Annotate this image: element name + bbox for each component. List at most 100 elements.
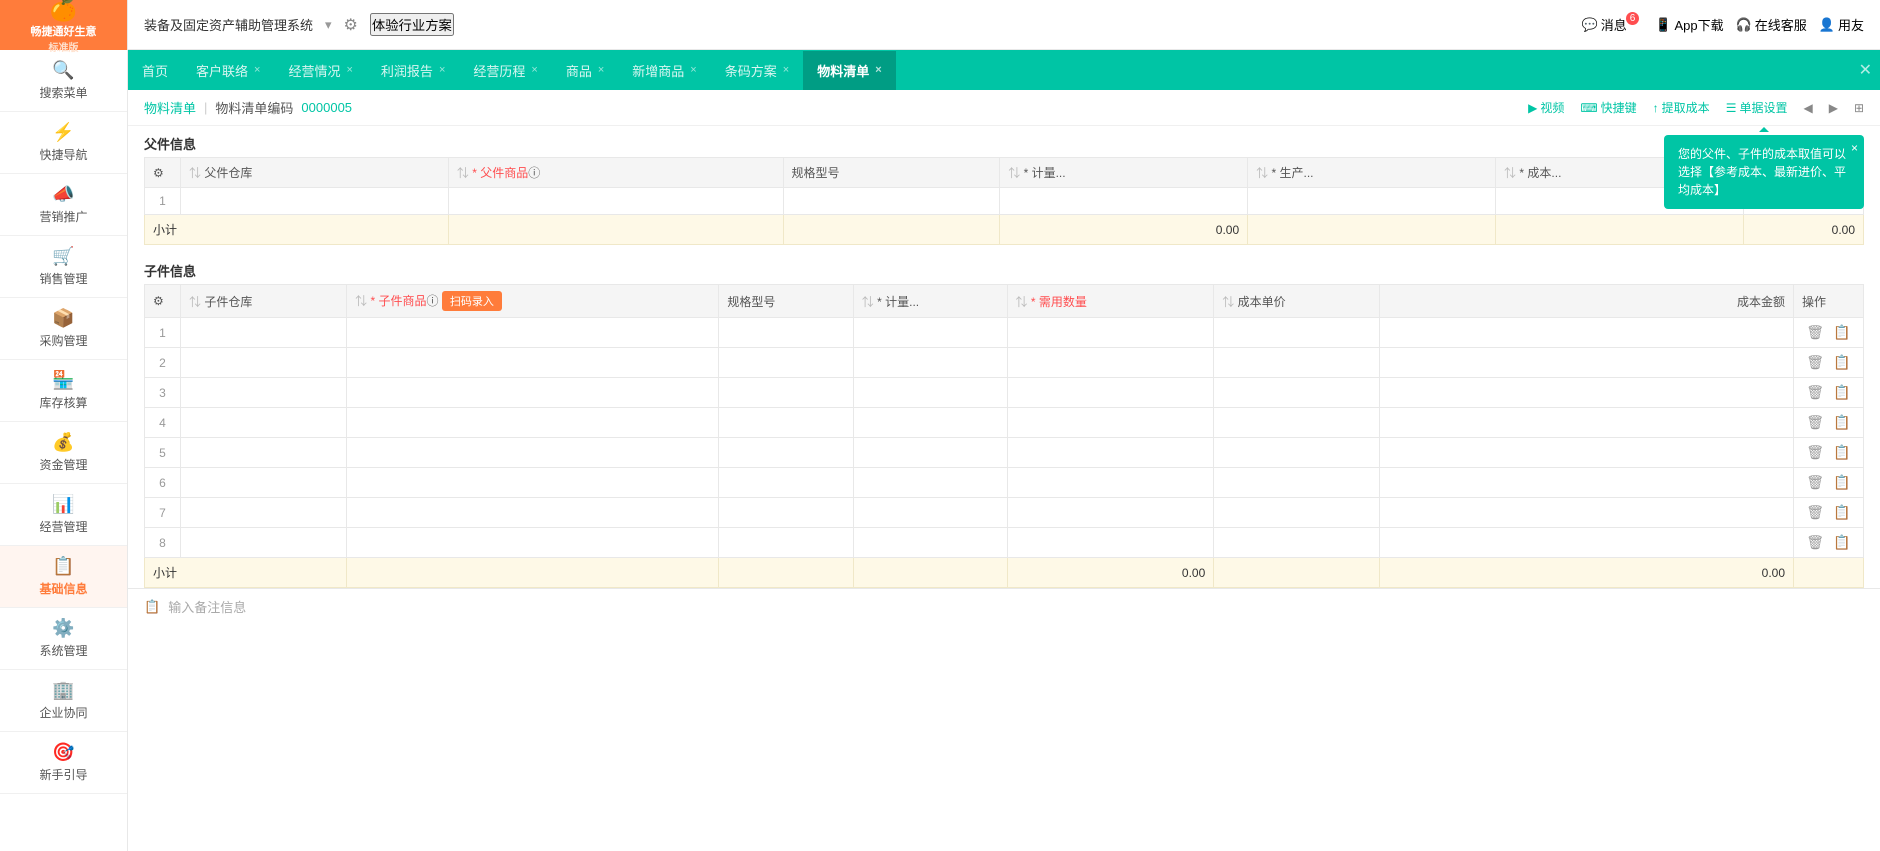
user-button[interactable]: 👤 用友 [1819, 15, 1864, 34]
child-goods-5[interactable] [347, 438, 719, 468]
tab-operation-history[interactable]: 经营历程 × [459, 51, 551, 90]
delete-icon-7[interactable]: 🗑 [1806, 504, 1824, 520]
child-warehouse-3[interactable] [181, 378, 347, 408]
video-button[interactable]: ▶ 视频 [1528, 99, 1564, 116]
copy-icon-1[interactable]: 📋 [1833, 324, 1850, 340]
child-spec-3[interactable] [719, 378, 853, 408]
child-unit-cost-4[interactable] [1214, 408, 1380, 438]
parent-spec-1[interactable] [783, 188, 1000, 215]
child-unit-4[interactable] [853, 408, 1007, 438]
tab-profit[interactable]: 利润报告 × [367, 51, 459, 90]
sidebar-item-finance[interactable]: 💰 资金管理 [0, 422, 127, 484]
grid-icon[interactable]: ⊞ [1854, 101, 1864, 115]
child-quantity-5[interactable] [1007, 438, 1214, 468]
parent-unit-1[interactable] [1000, 188, 1248, 215]
nav-prev-icon[interactable]: ◀ [1803, 101, 1812, 115]
parent-col-settings[interactable]: ⚙ [145, 158, 181, 188]
child-warehouse-6[interactable] [181, 468, 347, 498]
child-unit-cost-8[interactable] [1214, 528, 1380, 558]
tab-operation-status[interactable]: 经营情况 × [274, 51, 366, 90]
child-spec-2[interactable] [719, 348, 853, 378]
tab-customer-close[interactable]: × [254, 64, 260, 76]
sidebar-item-marketing[interactable]: 📣 营销推广 [0, 174, 127, 236]
child-warehouse-8[interactable] [181, 528, 347, 558]
copy-icon-8[interactable]: 📋 [1833, 534, 1850, 550]
child-unit-cost-6[interactable] [1214, 468, 1380, 498]
copy-icon-7[interactable]: 📋 [1833, 504, 1850, 520]
app-download-button[interactable]: 📱 App下载 [1655, 15, 1723, 34]
child-unit-6[interactable] [853, 468, 1007, 498]
child-spec-1[interactable] [719, 318, 853, 348]
child-col-settings[interactable]: ⚙ [145, 285, 181, 318]
child-warehouse-5[interactable] [181, 438, 347, 468]
sidebar-item-inventory[interactable]: 🏪 库存核算 [0, 360, 127, 422]
sidebar-item-operation[interactable]: 📊 经营管理 [0, 484, 127, 546]
child-spec-7[interactable] [719, 498, 853, 528]
page-close-button[interactable]: ✕ [1851, 60, 1880, 80]
delete-icon-5[interactable]: 🗑 [1806, 444, 1824, 460]
tab-customer[interactable]: 客户联络 × [182, 51, 274, 90]
tab-goods[interactable]: 商品 × [552, 51, 618, 90]
delete-icon-1[interactable]: 🗑 [1806, 324, 1824, 340]
parent-goods-1[interactable] [448, 188, 783, 215]
single-setting-button[interactable]: ☰ 单据设置 [1726, 99, 1788, 116]
copy-icon-3[interactable]: 📋 [1833, 384, 1850, 400]
child-goods-2[interactable] [347, 348, 719, 378]
sidebar-item-enterprise[interactable]: 🏢 企业协同 [0, 670, 127, 732]
dropdown-icon[interactable]: ▾ [325, 17, 332, 33]
child-warehouse-1[interactable] [181, 318, 347, 348]
tooltip-close-button[interactable]: × [1851, 139, 1858, 157]
tab-bom[interactable]: 物料清单 × [803, 51, 895, 90]
tab-barcode[interactable]: 条码方案 × [711, 51, 803, 90]
child-warehouse-2[interactable] [181, 348, 347, 378]
breadcrumb-parent[interactable]: 物料清单 [144, 98, 196, 117]
child-spec-8[interactable] [719, 528, 853, 558]
child-quantity-1[interactable] [1007, 318, 1214, 348]
scan-button[interactable]: 扫码录入 [442, 291, 502, 311]
child-quantity-3[interactable] [1007, 378, 1214, 408]
nav-next-icon[interactable]: ▶ [1829, 101, 1838, 115]
settings-icon[interactable]: ⚙ [344, 15, 358, 35]
child-unit-5[interactable] [853, 438, 1007, 468]
child-unit-cost-5[interactable] [1214, 438, 1380, 468]
delete-icon-8[interactable]: 🗑 [1806, 534, 1824, 550]
tab-operation-status-close[interactable]: × [346, 64, 352, 76]
child-goods-4[interactable] [347, 408, 719, 438]
child-warehouse-7[interactable] [181, 498, 347, 528]
child-quantity-4[interactable] [1007, 408, 1214, 438]
bottom-label[interactable]: 输入备注信息 [168, 597, 246, 616]
child-unit-cost-7[interactable] [1214, 498, 1380, 528]
sidebar-item-basic-info[interactable]: 📋 基础信息 [0, 546, 127, 608]
child-quantity-8[interactable] [1007, 528, 1214, 558]
experience-button[interactable]: 体验行业方案 [370, 13, 454, 36]
tab-new-goods[interactable]: 新增商品 × [618, 51, 710, 90]
copy-icon-4[interactable]: 📋 [1833, 414, 1850, 430]
parent-warehouse-1[interactable] [181, 188, 449, 215]
sidebar-item-sales[interactable]: 🛒 销售管理 [0, 236, 127, 298]
child-unit-1[interactable] [853, 318, 1007, 348]
child-unit-8[interactable] [853, 528, 1007, 558]
child-spec-5[interactable] [719, 438, 853, 468]
child-unit-cost-3[interactable] [1214, 378, 1380, 408]
tab-profit-close[interactable]: × [439, 64, 445, 76]
child-goods-3[interactable] [347, 378, 719, 408]
tab-new-goods-close[interactable]: × [690, 64, 696, 76]
parent-production-1[interactable] [1248, 188, 1496, 215]
copy-icon-5[interactable]: 📋 [1833, 444, 1850, 460]
sidebar-item-system[interactable]: ⚙️ 系统管理 [0, 608, 127, 670]
child-goods-7[interactable] [347, 498, 719, 528]
child-spec-4[interactable] [719, 408, 853, 438]
extract-cost-button[interactable]: ↑ 提取成本 [1653, 99, 1710, 116]
tab-goods-close[interactable]: × [598, 64, 604, 76]
child-goods-8[interactable] [347, 528, 719, 558]
sidebar-item-purchase[interactable]: 📦 采购管理 [0, 298, 127, 360]
message-button[interactable]: 💬 消息 6 [1582, 15, 1644, 34]
delete-icon-3[interactable]: 🗑 [1806, 384, 1824, 400]
child-quantity-7[interactable] [1007, 498, 1214, 528]
child-unit-2[interactable] [853, 348, 1007, 378]
tab-home[interactable]: 首页 [128, 51, 182, 90]
child-unit-cost-2[interactable] [1214, 348, 1380, 378]
tab-barcode-close[interactable]: × [783, 64, 789, 76]
copy-icon-6[interactable]: 📋 [1833, 474, 1850, 490]
tab-operation-history-close[interactable]: × [531, 64, 537, 76]
